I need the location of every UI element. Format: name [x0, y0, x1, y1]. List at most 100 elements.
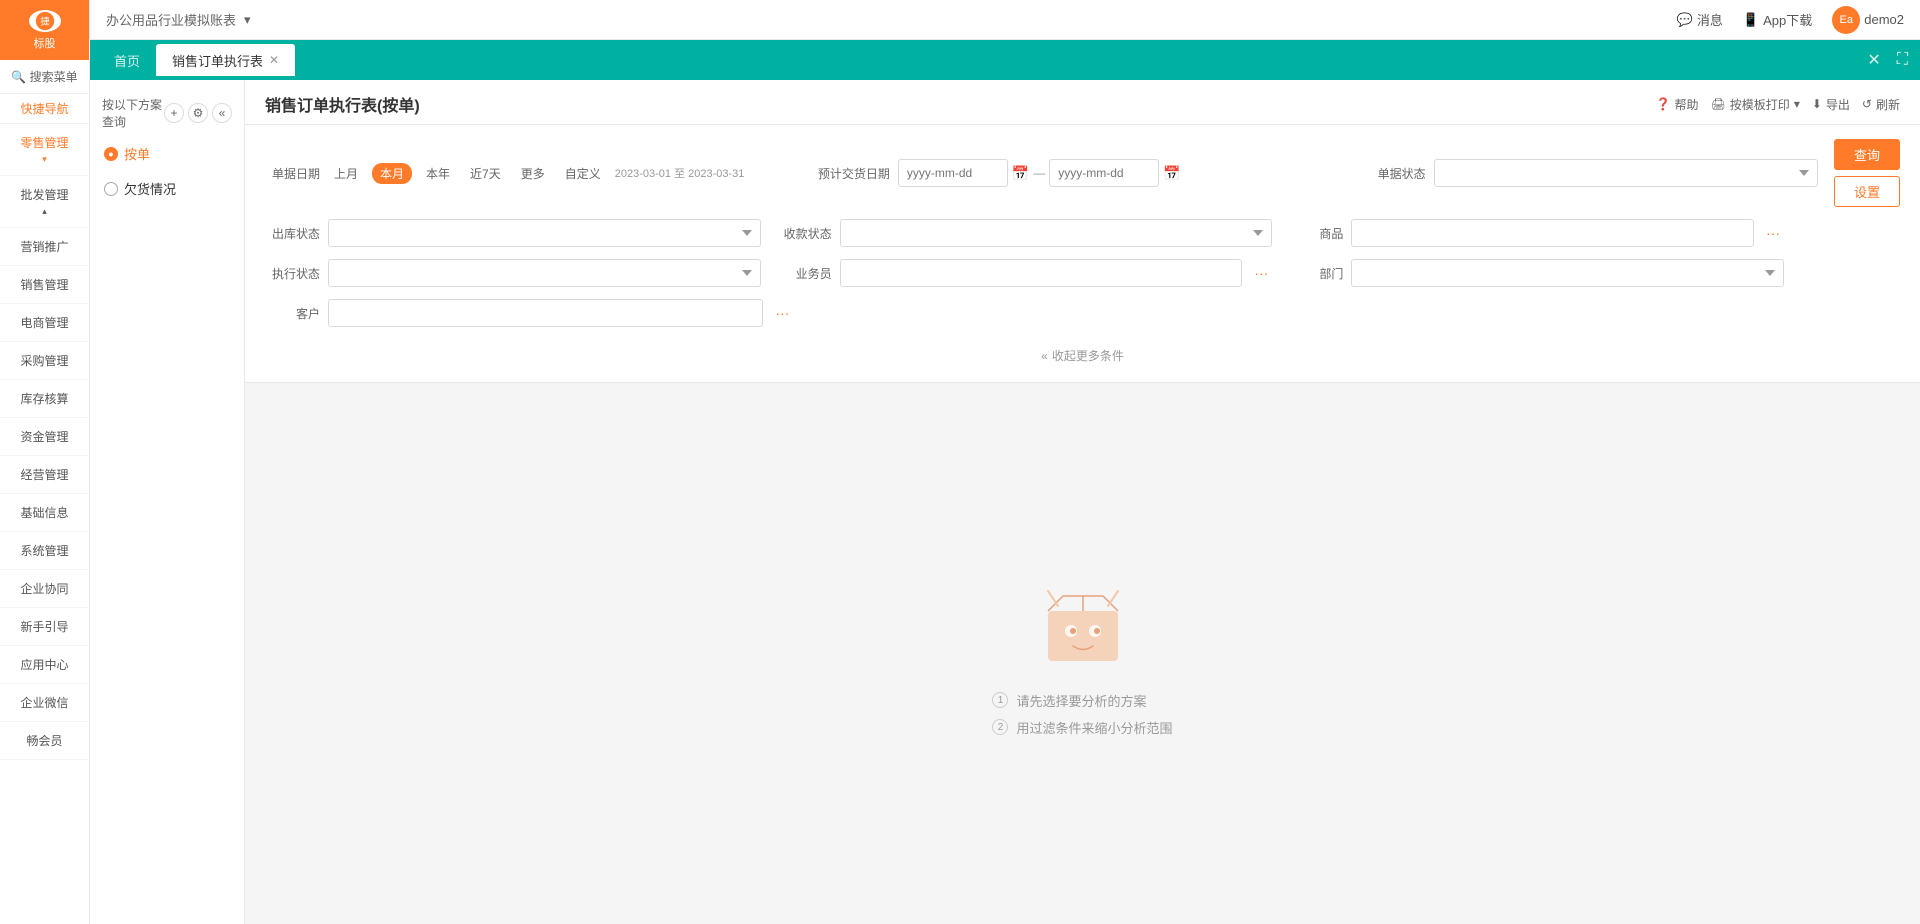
sidebar-item-retail[interactable]: 零售管理 ▾: [0, 124, 89, 176]
help-label: 帮助: [1675, 96, 1699, 113]
query-button[interactable]: 查询: [1834, 139, 1900, 170]
message-btn[interactable]: 💬 消息: [1677, 10, 1723, 29]
wholesale-label: 批发管理: [20, 186, 68, 203]
filter-group-date: 单据日期 上月 本月 本年 近7天 更多 自定义 2023-03-01 至 20…: [265, 163, 802, 184]
setting-button[interactable]: 设置: [1834, 176, 1900, 207]
calendar-start-icon[interactable]: 📅: [1012, 165, 1029, 182]
status-select[interactable]: [1434, 159, 1818, 187]
user-menu[interactable]: Ea demo2: [1832, 6, 1904, 34]
sidebar-item-member[interactable]: 畅会员: [0, 722, 89, 760]
retail-label: 零售管理: [20, 134, 68, 151]
sub-sidebar-add-btn[interactable]: +: [164, 103, 184, 123]
help-icon: ❓: [1656, 97, 1671, 111]
payment-select[interactable]: [840, 219, 1273, 247]
sidebar-item-sales[interactable]: 销售管理: [0, 266, 89, 304]
sidebar-item-inventory[interactable]: 库存核算: [0, 380, 89, 418]
payment-label: 收款状态: [777, 225, 832, 242]
filter-group-product: 商品 ···: [1288, 219, 1784, 247]
salesperson-input[interactable]: [840, 259, 1243, 287]
filter-group-exec: 执行状态: [265, 259, 761, 287]
print-btn[interactable]: 🖨 按模板打印 ▾: [1711, 96, 1800, 113]
operations-label: 经营管理: [20, 466, 68, 483]
date-tab-本月[interactable]: 本月: [372, 163, 412, 184]
product-dots[interactable]: ···: [1762, 225, 1784, 241]
sidebar-item-finance[interactable]: 资金管理: [0, 418, 89, 456]
date-tab-自定义[interactable]: 自定义: [559, 163, 607, 184]
sidebar-item-system[interactable]: 系统管理: [0, 532, 89, 570]
sidebar-item-purchase[interactable]: 采购管理: [0, 342, 89, 380]
export-btn[interactable]: ⬇ 导出: [1812, 96, 1850, 113]
tip-num-2: 2: [992, 719, 1008, 735]
exec-label: 执行状态: [265, 265, 320, 282]
sidebar-item-newbie[interactable]: 新手引导: [0, 608, 89, 646]
sidebar-item-ecommerce[interactable]: 电商管理: [0, 304, 89, 342]
sidebar-item-wechat[interactable]: 企业微信: [0, 684, 89, 722]
filter-row-3: 执行状态 业务员 ··· 部门: [265, 259, 1900, 287]
calendar-end-icon[interactable]: 📅: [1163, 165, 1180, 182]
date-separator: —: [1033, 166, 1045, 180]
sidebar-item-marketing[interactable]: 营销推广: [0, 228, 89, 266]
sidebar-nav[interactable]: 快捷导航: [0, 94, 89, 124]
date-end-input[interactable]: [1049, 159, 1159, 187]
purchase-label: 采购管理: [20, 352, 68, 369]
filter-group-expected-date: 预计交货日期 📅 — 📅: [818, 159, 1355, 187]
empty-tip-1: 1 请先选择要分析的方案: [992, 691, 1172, 710]
tab-close-all-btn[interactable]: ✕: [1863, 46, 1884, 74]
app-download-btn[interactable]: 📱 App下载: [1743, 10, 1812, 29]
product-input[interactable]: [1351, 219, 1754, 247]
filter-row-1: 单据日期 上月 本月 本年 近7天 更多 自定义 2023-03-01 至 20…: [265, 139, 1900, 207]
date-tab-更多[interactable]: 更多: [515, 163, 551, 184]
tab-expand-btn[interactable]: ⛶: [1893, 47, 1912, 73]
dept-select[interactable]: [1351, 259, 1784, 287]
collapse-btn[interactable]: « 收起更多条件: [1041, 347, 1124, 364]
empty-state: 1 请先选择要分析的方案 2 用过滤条件来缩小分析范围: [245, 383, 1920, 924]
tab-home[interactable]: 首页: [98, 44, 156, 76]
search-label: 搜索菜单: [30, 70, 78, 84]
expand-icon2: ▴: [42, 206, 47, 217]
nav-label: 快捷导航: [20, 102, 68, 116]
sub-sidebar-item-欠货[interactable]: 欠货情况: [90, 171, 244, 206]
item-active-dot: ●: [104, 147, 118, 161]
date-tab-本年[interactable]: 本年: [420, 163, 456, 184]
delivery-label: 出库状态: [265, 225, 320, 242]
sidebar-item-appcenter[interactable]: 应用中心: [0, 646, 89, 684]
sidebar-item-basics[interactable]: 基础信息: [0, 494, 89, 532]
message-label: 消息: [1697, 10, 1723, 29]
date-tab-上月[interactable]: 上月: [328, 163, 364, 184]
tip-2-text: 用过滤条件来缩小分析范围: [1016, 718, 1172, 737]
sidebar-logo: 捷 标股: [0, 0, 89, 60]
date-tab-近7天[interactable]: 近7天: [464, 163, 507, 184]
sidebar-item-operations[interactable]: 经营管理: [0, 456, 89, 494]
status-label: 单据状态: [1371, 165, 1426, 182]
sidebar-item-enterprise[interactable]: 企业协同: [0, 570, 89, 608]
delivery-select[interactable]: [328, 219, 761, 247]
breadcrumb-arrow[interactable]: ▾: [244, 12, 251, 28]
sub-sidebar-collapse-btn[interactable]: «: [212, 103, 232, 123]
breadcrumb-text[interactable]: 办公用品行业模拟账表: [106, 10, 236, 29]
avatar-text: Ea: [1840, 14, 1853, 26]
filter-group-dept: 部门: [1288, 259, 1784, 287]
help-btn[interactable]: ❓ 帮助: [1656, 96, 1699, 113]
customer-dots[interactable]: ···: [771, 305, 793, 321]
export-icon: ⬇: [1812, 97, 1822, 111]
refresh-icon: ↺: [1862, 97, 1872, 111]
customer-input[interactable]: [328, 299, 763, 327]
sidebar-search[interactable]: 🔍 搜索菜单: [0, 60, 89, 94]
exec-select[interactable]: [328, 259, 761, 287]
salesperson-dots[interactable]: ···: [1250, 265, 1272, 281]
system-label: 系统管理: [20, 542, 68, 559]
tab-sales-order[interactable]: 销售订单执行表 ✕: [156, 44, 295, 76]
page-header-actions: ❓ 帮助 🖨 按模板打印 ▾ ⬇ 导出 ↺ 刷新: [1656, 96, 1900, 113]
sub-sidebar-item-按单[interactable]: ● 按单: [90, 136, 244, 171]
sales-label: 销售管理: [20, 276, 68, 293]
refresh-btn[interactable]: ↺ 刷新: [1862, 96, 1900, 113]
sub-sidebar-settings-btn[interactable]: ⚙: [188, 103, 208, 123]
newbie-label: 新手引导: [20, 618, 68, 635]
tab-close-icon[interactable]: ✕: [269, 54, 279, 66]
export-label: 导出: [1826, 96, 1850, 113]
filter-row-4: 客户 ···: [265, 299, 1900, 327]
date-start-input[interactable]: [898, 159, 1008, 187]
dept-label: 部门: [1288, 265, 1343, 282]
sidebar-item-wholesale[interactable]: 批发管理 ▴: [0, 176, 89, 228]
add-icon: +: [170, 106, 177, 120]
